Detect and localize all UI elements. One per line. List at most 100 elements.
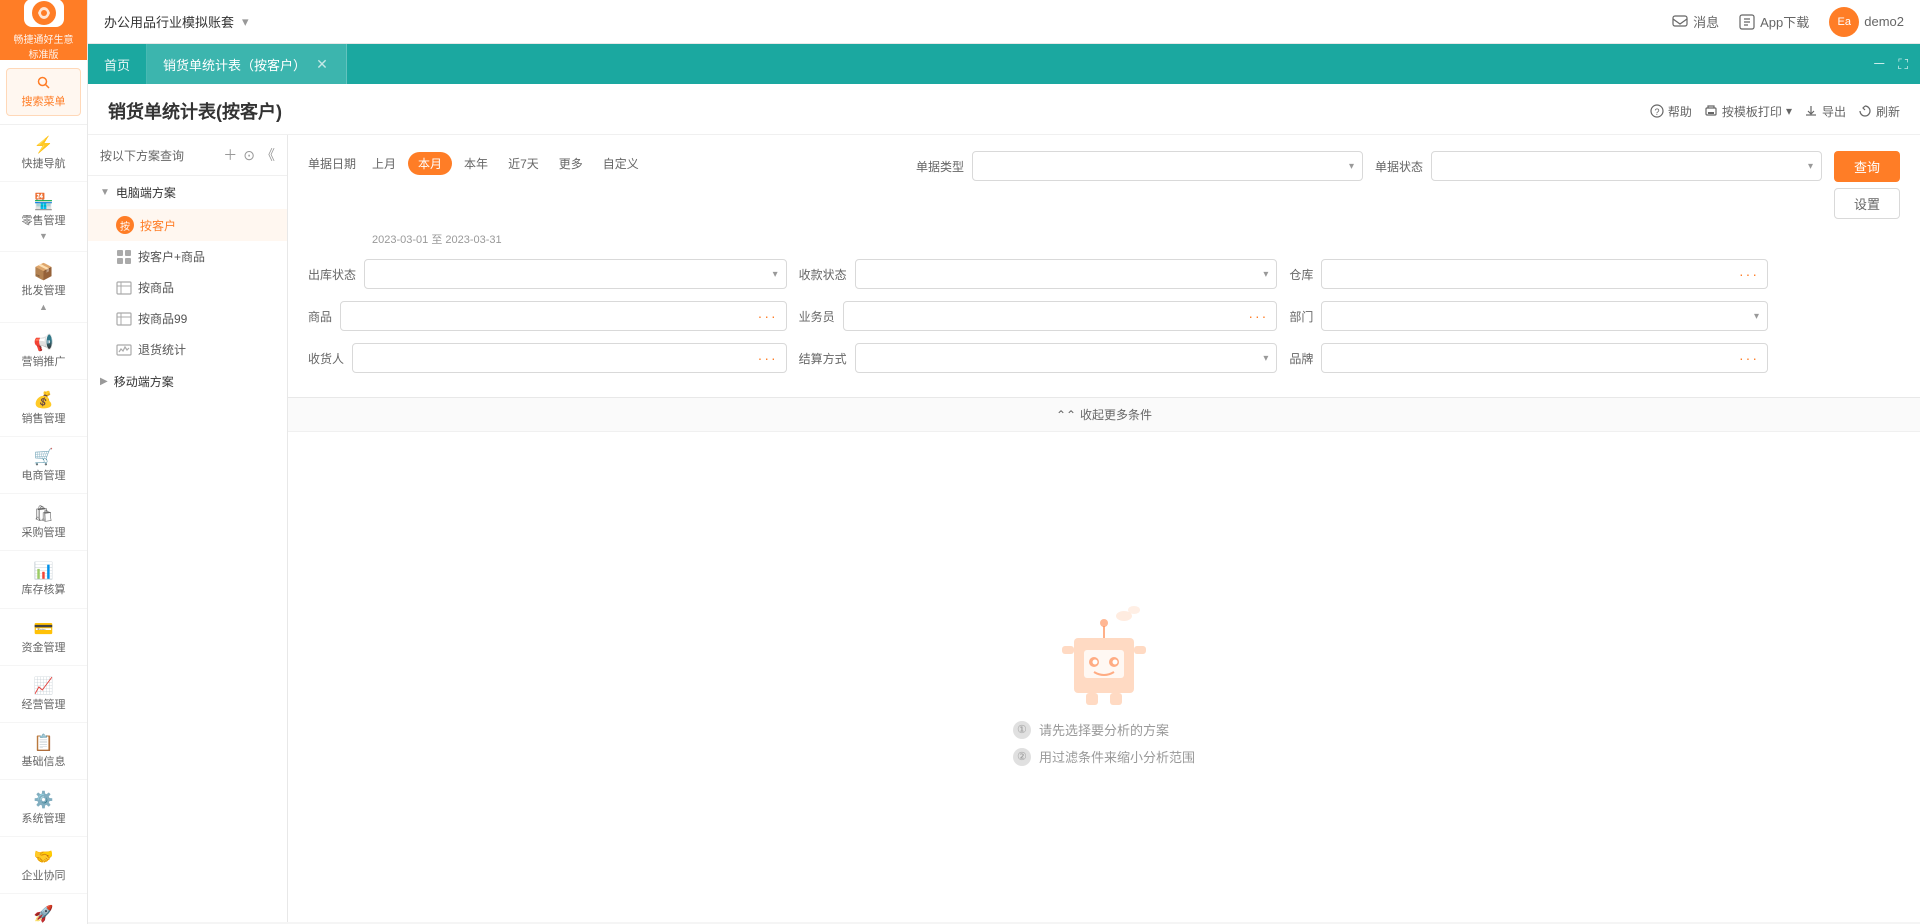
scheme-panel-actions: ＋ ⊙ 《 [223,145,275,165]
sidebar-item-marketing[interactable]: 📢 营销推广 [0,323,87,380]
tab-sales-stats[interactable]: 销货单统计表（按客户） ✕ [147,44,347,84]
settlement-select[interactable]: ▾ [855,343,1278,373]
date-btn-more[interactable]: 更多 [551,151,591,176]
scheme-edit-icon[interactable]: ⊙ [243,147,255,164]
retail-icon: 🏪 [34,192,54,212]
scheme-add-icon[interactable]: ＋ [223,145,237,165]
user-name: demo2 [1864,14,1904,29]
delivery-status-label: 出库状态 [308,266,356,283]
date-btn-last7days[interactable]: 近7天 [500,151,547,176]
tab-minimize-button[interactable]: － [1868,50,1890,78]
department-arrow: ▾ [1754,311,1759,322]
sidebar-item-finance[interactable]: 💳 资金管理 [0,609,87,666]
scheme-panel-title: 按以下方案查询 [100,147,184,164]
brand-select[interactable]: ··· [1321,343,1768,373]
search-label: 搜索菜单 [22,93,66,109]
search-icon [36,75,52,91]
order-status-arrow: ▾ [1808,161,1813,172]
empty-hint-1: ① 请先选择要分析的方案 [1013,720,1169,739]
message-button[interactable]: 消息 [1672,12,1719,31]
department-select[interactable]: ▾ [1321,301,1768,331]
date-btn-this-month[interactable]: 本月 [408,152,452,175]
collapse-label: 收起更多条件 [1080,406,1152,423]
order-status-select[interactable]: ▾ [1431,151,1822,181]
help-button[interactable]: ? 帮助 [1650,103,1692,120]
scheme-item-return-label: 退货统计 [138,341,186,358]
settings-button[interactable]: 设置 [1834,188,1900,219]
header-left: 办公用品行业模拟账套 ▾ [104,12,249,31]
user-profile[interactable]: Ea demo2 [1829,7,1904,37]
product-select[interactable]: ··· [340,301,787,331]
sidebar-item-wholesale[interactable]: 📦 批发管理 ▲ [0,252,87,322]
scheme-panel: 按以下方案查询 ＋ ⊙ 《 ▼ 电脑端方案 按 [88,135,288,922]
payment-status-select[interactable]: ▾ [855,259,1278,289]
collapse-button[interactable]: ⌃⌃ 收起更多条件 [1056,406,1152,423]
salesperson-select[interactable]: ··· [843,301,1278,331]
date-btn-this-year[interactable]: 本年 [456,151,496,176]
scheme-category-desktop-header[interactable]: ▼ 电脑端方案 [88,176,287,209]
filter-area: 单据日期 上月 本月 本年 近7天 更多 自定义 [288,135,1920,398]
query-button[interactable]: 查询 [1834,151,1900,182]
app-download-button[interactable]: App下载 [1739,12,1809,31]
export-icon [1804,104,1818,118]
app-logo: 畅捷通好生意 标准版 [0,0,87,60]
header-dropdown-icon[interactable]: ▾ [242,14,249,30]
print-button[interactable]: 按模板打印 ▾ [1704,103,1792,120]
sidebar: 畅捷通好生意 标准版 搜索菜单 ⚡ 快捷导航 🏪 零售管理 ▼ 📦 批发管理 ▲… [0,0,88,924]
sidebar-item-basic[interactable]: 📋 基础信息 [0,723,87,780]
settlement-arrow: ▾ [1263,353,1268,364]
payment-status-arrow: ▾ [1263,269,1268,280]
search-menu-button[interactable]: 搜索菜单 [6,68,81,116]
tab-home[interactable]: 首页 [88,44,147,84]
guide-icon: 🚀 [34,904,54,924]
date-btn-last-month[interactable]: 上月 [364,151,404,176]
scheme-category-mobile-header[interactable]: ▶ 移动端方案 [88,365,287,398]
collapse-up-icon: ⌃⌃ [1056,408,1076,422]
export-button[interactable]: 导出 [1804,103,1846,120]
scheme-item-customer-product[interactable]: 按客户+商品 [88,241,287,272]
sidebar-item-ecommerce[interactable]: 🛒 电商管理 [0,437,87,494]
page-header-actions: ? 帮助 按模板打印 ▾ [1650,103,1900,120]
order-type-select[interactable]: ▾ [972,151,1363,181]
settlement-label: 结算方式 [799,350,847,367]
empty-text: ① 请先选择要分析的方案 ② 用过滤条件来缩小分析范围 [1013,720,1195,766]
desktop-category-arrow: ▼ [100,187,110,198]
ecommerce-icon: 🛒 [34,447,54,467]
product-dots: ··· [758,308,778,324]
order-type-label: 单据类型 [916,158,964,175]
header-title: 办公用品行业模拟账套 [104,12,234,31]
sidebar-item-retail[interactable]: 🏪 零售管理 ▼ [0,182,87,252]
main-wrapper: 办公用品行业模拟账套 ▾ 消息 App下载 Ea [88,0,1920,924]
delivery-status-select[interactable]: ▾ [364,259,787,289]
receiver-select[interactable]: ··· [352,343,787,373]
salesperson-label: 业务员 [799,308,835,325]
sidebar-item-guide[interactable]: 🚀 新手引导 [0,894,87,924]
scheme-item-by-product[interactable]: 按商品 [88,272,287,303]
date-btn-custom[interactable]: 自定义 [595,151,647,176]
tab-maximize-button[interactable]: ⛶ [1894,52,1912,77]
message-icon [1672,14,1688,30]
collapse-row[interactable]: ⌃⌃ 收起更多条件 [288,398,1920,432]
sidebar-item-quicknav[interactable]: ⚡ 快捷导航 [0,125,87,182]
scheme-item-product99[interactable]: 按商品99 [88,303,287,334]
tab-close-button[interactable]: ✕ [314,56,330,72]
hint1-text: 请先选择要分析的方案 [1039,720,1169,739]
scheme-item-product-label: 按商品 [138,279,174,296]
print-arrow[interactable]: ▾ [1786,104,1792,118]
page-header: 销货单统计表(按客户) ? 帮助 按模板打印 ▾ [88,84,1920,135]
scheme-item-by-customer[interactable]: 按 按客户 [88,209,287,241]
sidebar-item-purchase[interactable]: 🛍 采购管理 [0,494,87,551]
sidebar-item-sales[interactable]: 💰 销售管理 [0,380,87,437]
sidebar-item-cooperation[interactable]: 🤝 企业协同 [0,837,87,894]
sidebar-item-operations[interactable]: 📈 经营管理 [0,666,87,723]
inventory-icon: 📊 [34,561,54,581]
scheme-collapse-icon[interactable]: 《 [261,145,275,165]
scheme-panel-header: 按以下方案查询 ＋ ⊙ 《 [88,135,287,176]
page-content: 销货单统计表(按客户) ? 帮助 按模板打印 ▾ [88,84,1920,924]
warehouse-select[interactable]: ··· [1321,259,1768,289]
sidebar-item-inventory[interactable]: 📊 库存核算 [0,551,87,608]
scheme-item-return-stats[interactable]: 退货统计 [88,334,287,365]
sidebar-item-system[interactable]: ⚙️ 系统管理 [0,780,87,837]
salesperson-dots: ··· [1248,308,1268,324]
refresh-button[interactable]: 刷新 [1858,103,1900,120]
